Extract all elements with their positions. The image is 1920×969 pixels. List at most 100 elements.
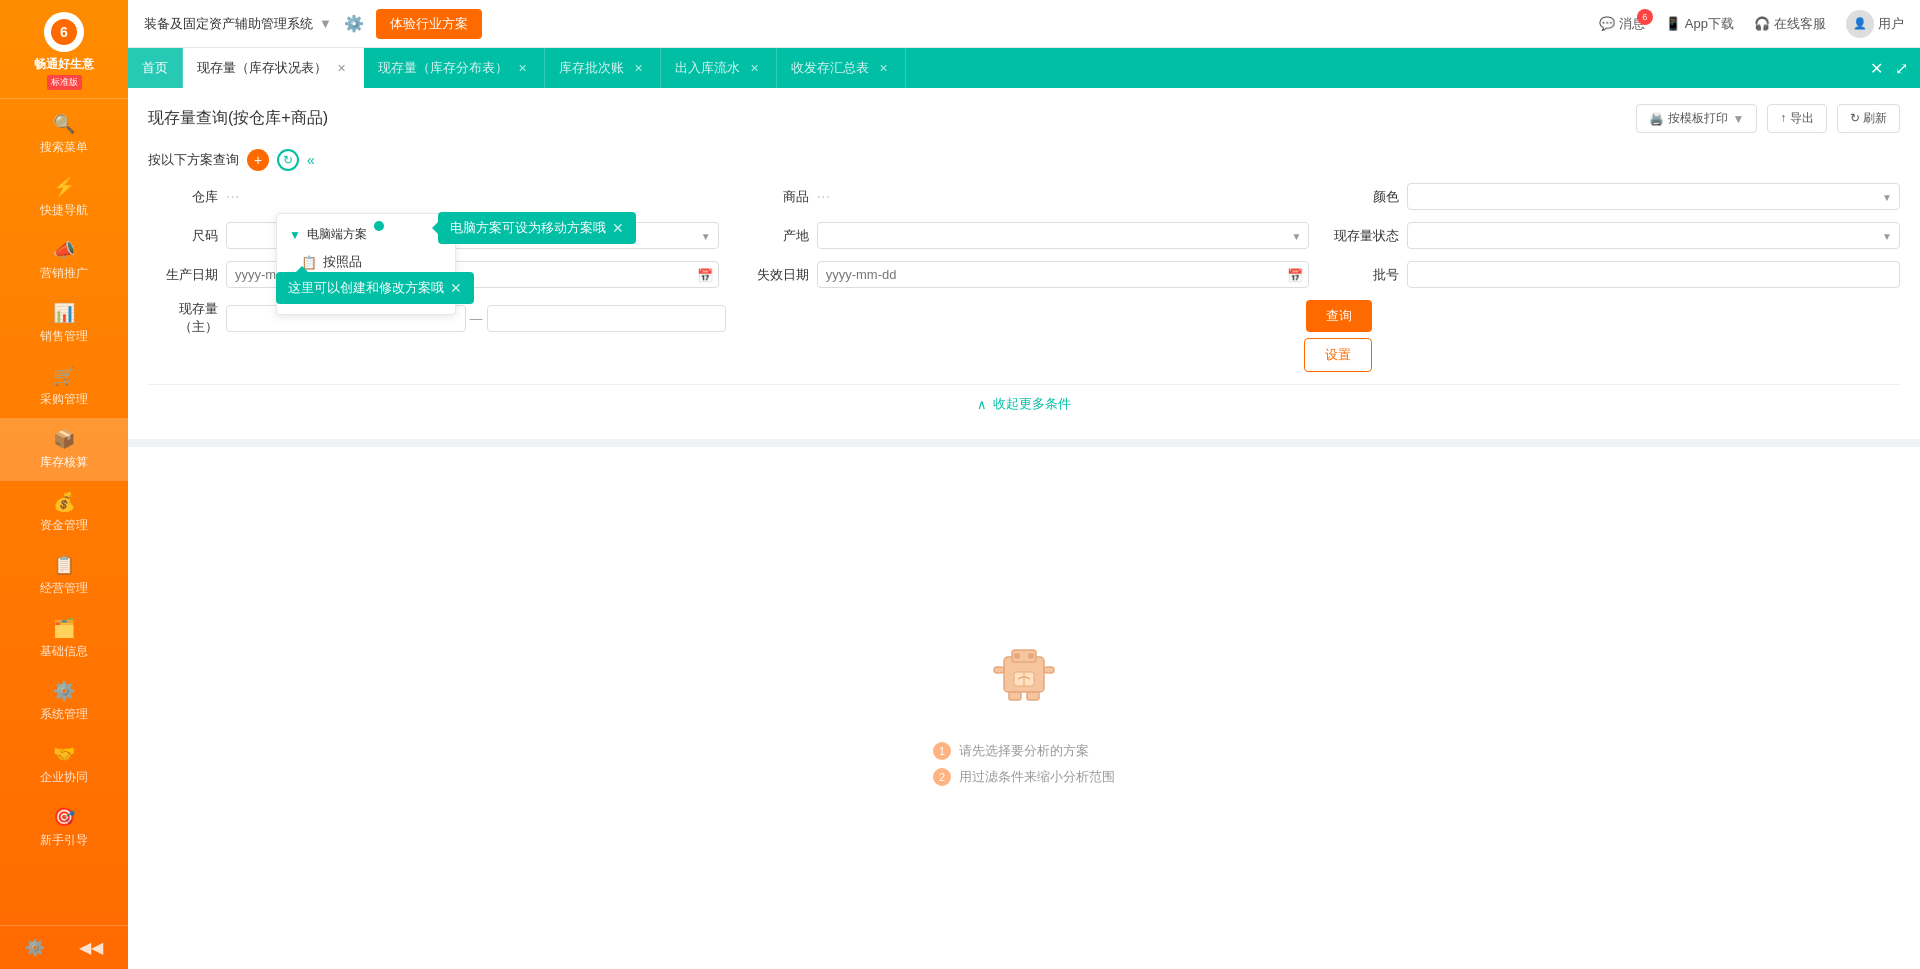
sidebar-item-label: 新手引导 xyxy=(40,832,88,849)
tab-close-all-icon[interactable]: ✕ xyxy=(1870,59,1883,78)
stock-status-label: 现存量状态 xyxy=(1329,227,1399,245)
collapse-sidebar-icon[interactable]: ◀◀ xyxy=(79,938,103,957)
sidebar-item-nav[interactable]: ⚡ 快捷导航 xyxy=(0,166,128,229)
sidebar-item-label: 系统管理 xyxy=(40,706,88,723)
sidebar-item-operations[interactable]: 📋 经营管理 xyxy=(0,544,128,607)
tab-home-label: 首页 xyxy=(142,59,168,77)
svg-text:6: 6 xyxy=(60,24,68,40)
stock-max-input[interactable] xyxy=(487,305,727,332)
scheme-expand-icon: ▼ xyxy=(289,228,301,242)
dot-indicator xyxy=(374,221,384,231)
user-avatar: 👤 xyxy=(1846,10,1874,38)
page-title-row: 现存量查询(按仓库+商品) 🖨️ 按模板打印 ▼ ↑ 导出 ↻ 刷新 xyxy=(148,104,1900,133)
origin-select[interactable] xyxy=(817,222,1310,249)
batch-label: 批号 xyxy=(1329,266,1399,284)
sidebar-item-guide[interactable]: 🎯 新手引导 xyxy=(0,796,128,859)
tooltip2-text: 这里可以创建和修改方案哦 xyxy=(288,279,444,297)
operations-icon: 📋 xyxy=(53,554,75,576)
app-download-item[interactable]: 📱 App下载 xyxy=(1665,15,1734,33)
warehouse-dots[interactable]: ··· xyxy=(226,188,239,206)
print-dropdown-icon: ▼ xyxy=(1732,112,1744,126)
size-label: 尺码 xyxy=(148,227,218,245)
sidebar-item-base[interactable]: 🗂️ 基础信息 xyxy=(0,607,128,670)
print-icon: 🖨️ xyxy=(1649,112,1664,126)
mfg-date-label: 生产日期 xyxy=(148,266,218,284)
tab-summary[interactable]: 收发存汇总表 ✕ xyxy=(777,48,906,88)
sidebar-item-sales[interactable]: 📊 销售管理 xyxy=(0,292,128,355)
filter-label-row: 按以下方案查询 + ↻ « xyxy=(148,149,1900,171)
tab-close-summary[interactable]: ✕ xyxy=(875,60,891,76)
back-scheme-button[interactable]: « xyxy=(307,152,315,168)
sidebar-item-search[interactable]: 🔍 搜索菜单 xyxy=(0,103,128,166)
tab-inventory-status[interactable]: 现存量（库存状况表） ✕ xyxy=(183,48,364,88)
sidebar-item-label: 资金管理 xyxy=(40,517,88,534)
trial-button[interactable]: 体验行业方案 xyxy=(376,9,482,39)
sidebar-item-label: 快捷导航 xyxy=(40,202,88,219)
settings-icon[interactable]: ⚙️ xyxy=(344,14,364,33)
refresh-scheme-button[interactable]: ↻ xyxy=(277,149,299,171)
header-right: 💬 消息 6 📱 App下载 🎧 在线客服 👤 用户 xyxy=(1599,10,1904,38)
refresh-button[interactable]: ↻ 刷新 xyxy=(1837,104,1900,133)
color-select[interactable] xyxy=(1407,183,1900,210)
tooltip1-text: 电脑方案可设为移动方案哦 xyxy=(450,219,606,237)
sidebar-item-marketing[interactable]: 📣 营销推广 xyxy=(0,229,128,292)
tab-close-inventory-dist[interactable]: ✕ xyxy=(514,60,530,76)
sidebar-item-purchase[interactable]: 🛒 采购管理 xyxy=(0,355,128,418)
inventory-icon: 📦 xyxy=(53,428,75,450)
sidebar-footer: ⚙️ ◀◀ xyxy=(0,925,128,969)
top-header: 装备及固定资产辅助管理系统 ▼ ⚙️ 体验行业方案 💬 消息 6 📱 App下载… xyxy=(128,0,1920,48)
warehouse-field: 仓库 ··· xyxy=(148,183,719,210)
tooltip2-close[interactable]: ✕ xyxy=(450,280,462,296)
sidebar-item-collab[interactable]: 🤝 企业协同 xyxy=(0,733,128,796)
page-title: 现存量查询(按仓库+商品) xyxy=(148,108,328,129)
filter-row-1: 仓库 ··· 商品 ··· 颜色 xyxy=(148,183,1900,210)
collab-icon: 🤝 xyxy=(53,743,75,765)
tab-close-inventory-status[interactable]: ✕ xyxy=(333,60,349,76)
collapse-bar[interactable]: ∧ 收起更多条件 xyxy=(148,384,1900,423)
batch-input[interactable] xyxy=(1407,261,1900,288)
purchase-icon: 🛒 xyxy=(53,365,75,387)
exp-date-field: 失效日期 xyxy=(739,261,1310,288)
exp-date-input[interactable] xyxy=(817,261,1310,288)
online-service-item[interactable]: 🎧 在线客服 xyxy=(1754,15,1826,33)
svg-rect-8 xyxy=(994,667,1004,673)
settings-bottom-icon[interactable]: ⚙️ xyxy=(25,938,45,957)
sidebar-item-label: 营销推广 xyxy=(40,265,88,282)
tip-num-1: 1 xyxy=(933,742,951,760)
goods-dots[interactable]: ··· xyxy=(817,188,830,206)
tab-expand-icon[interactable]: ⤢ xyxy=(1895,59,1908,78)
user-item[interactable]: 👤 用户 xyxy=(1846,10,1904,38)
color-label: 颜色 xyxy=(1329,188,1399,206)
sidebar-item-system[interactable]: ⚙️ 系统管理 xyxy=(0,670,128,733)
export-icon: ↑ xyxy=(1780,111,1786,125)
goods-field: 商品 ··· xyxy=(739,183,1310,210)
empty-tips-list: 1 请先选择要分析的方案 2 用过滤条件来缩小分析范围 xyxy=(933,742,1115,794)
add-scheme-button[interactable]: + xyxy=(247,149,269,171)
search-button[interactable]: 查询 xyxy=(1306,300,1372,332)
sidebar-item-finance[interactable]: 💰 资金管理 xyxy=(0,481,128,544)
system-dropdown-icon[interactable]: ▼ xyxy=(319,16,332,31)
goods-label: 商品 xyxy=(739,188,809,206)
stock-status-select[interactable] xyxy=(1407,222,1900,249)
tab-batch-account[interactable]: 库存批次账 ✕ xyxy=(545,48,661,88)
tooltip1-close[interactable]: ✕ xyxy=(612,220,624,236)
marketing-icon: 📣 xyxy=(53,239,75,261)
empty-tip-2: 2 用过滤条件来缩小分析范围 xyxy=(933,768,1115,786)
sidebar-logo: 6 畅通好生意 标准版 xyxy=(0,0,128,99)
tab-inventory-dist[interactable]: 现存量（库存分布表） ✕ xyxy=(364,48,545,88)
svg-point-4 xyxy=(1014,653,1020,659)
sales-icon: 📊 xyxy=(53,302,75,324)
tab-close-flow[interactable]: ✕ xyxy=(746,60,762,76)
reset-button[interactable]: 设置 xyxy=(1304,338,1372,372)
search-actions: 查询 设置 xyxy=(1304,300,1372,372)
tab-close-batch-account[interactable]: ✕ xyxy=(630,60,646,76)
collapse-up-icon: ∧ xyxy=(977,397,987,412)
logo-tag: 标准版 xyxy=(47,75,82,90)
sidebar-item-inventory[interactable]: 📦 库存核算 xyxy=(0,418,128,481)
export-button[interactable]: ↑ 导出 xyxy=(1767,104,1826,133)
tab-batch-account-label: 库存批次账 xyxy=(559,59,624,77)
tab-home[interactable]: 首页 xyxy=(128,48,183,88)
print-button[interactable]: 🖨️ 按模板打印 ▼ xyxy=(1636,104,1757,133)
tab-flow[interactable]: 出入库流水 ✕ xyxy=(661,48,777,88)
messages-item[interactable]: 💬 消息 6 xyxy=(1599,15,1645,33)
